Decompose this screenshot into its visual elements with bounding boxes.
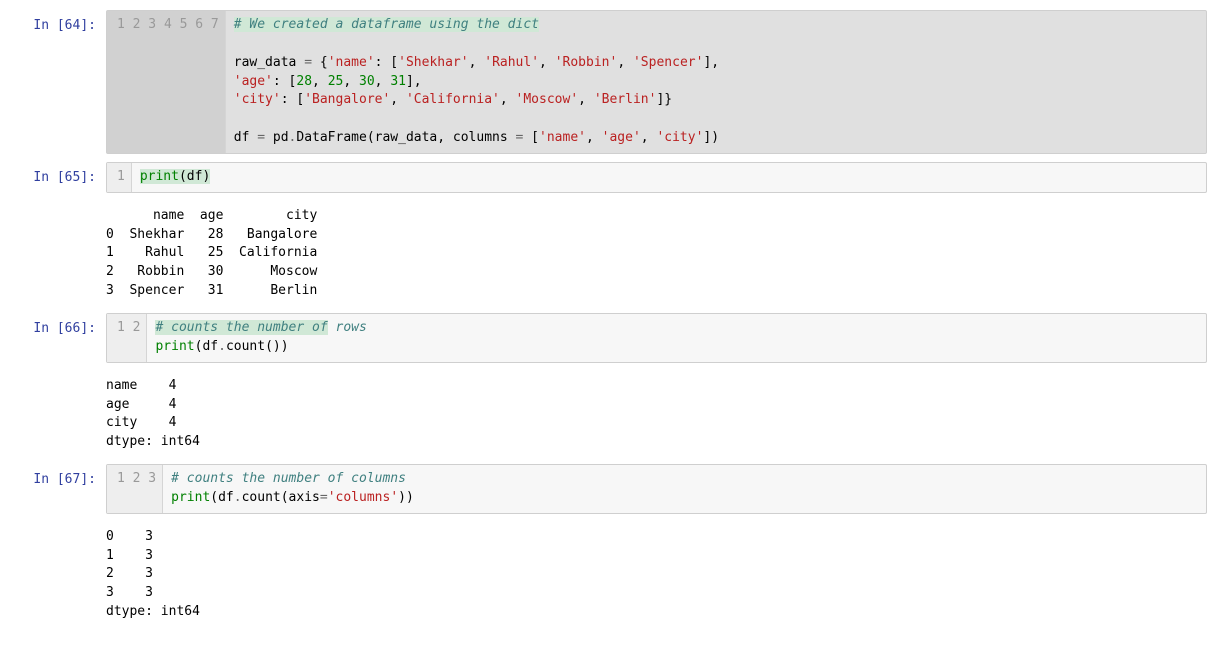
output-cell: name 4 age 4 city 4 dtype: int64 — [8, 371, 1207, 456]
prompt-container: In [64]: — [8, 10, 106, 154]
cell-content: name age city 0 Shekhar 28 Bangalore 1 R… — [106, 201, 1207, 305]
code-text[interactable]: print(df) — [132, 163, 1206, 192]
line-number-gutter: 1 2 — [107, 314, 147, 362]
output-cell: name age city 0 Shekhar 28 Bangalore 1 R… — [8, 201, 1207, 305]
output-cell: 0 3 1 3 2 3 3 3 dtype: int64 — [8, 522, 1207, 626]
line-number-gutter: 1 2 3 4 5 6 7 — [107, 11, 226, 153]
output-text: name age city 0 Shekhar 28 Bangalore 1 R… — [106, 201, 1207, 305]
prompt-container: In [67]: — [8, 464, 106, 514]
cell-content: name 4 age 4 city 4 dtype: int64 — [106, 371, 1207, 456]
output-text: 0 3 1 3 2 3 3 3 dtype: int64 — [106, 522, 1207, 626]
cell-content: 1print(df) — [106, 162, 1207, 193]
prompt-container — [8, 522, 106, 626]
code-text[interactable]: # counts the number of rows print(df.cou… — [147, 314, 1206, 362]
code-text[interactable]: # counts the number of columns print(df.… — [163, 465, 1206, 513]
prompt-container: In [66]: — [8, 313, 106, 363]
code-cell: In [67]: 1 2 3# counts the number of colu… — [8, 464, 1207, 514]
prompt-container — [8, 201, 106, 305]
code-editor[interactable]: 1 2 3 4 5 6 7# We created a dataframe us… — [106, 10, 1207, 154]
cell-content: 1 2# counts the number of rows print(df.… — [106, 313, 1207, 363]
input-prompt: In [65]: — [33, 170, 96, 185]
cell-content: 1 2 3 4 5 6 7# We created a dataframe us… — [106, 10, 1207, 154]
cell-content: 0 3 1 3 2 3 3 3 dtype: int64 — [106, 522, 1207, 626]
code-editor[interactable]: 1print(df) — [106, 162, 1207, 193]
notebook-container: In [64]: 1 2 3 4 5 6 7# We created a data… — [8, 10, 1207, 626]
input-prompt: In [64]: — [33, 18, 96, 33]
input-prompt: In [67]: — [33, 472, 96, 487]
line-number-gutter: 1 — [107, 163, 132, 192]
prompt-container — [8, 371, 106, 456]
code-text[interactable]: # We created a dataframe using the dict … — [226, 11, 1206, 153]
code-cell: In [66]: 1 2# counts the number of rows p… — [8, 313, 1207, 363]
code-cell: In [64]: 1 2 3 4 5 6 7# We created a data… — [8, 10, 1207, 154]
input-prompt: In [66]: — [33, 321, 96, 336]
code-cell: In [65]: 1print(df) — [8, 162, 1207, 193]
code-editor[interactable]: 1 2 3# counts the number of columns prin… — [106, 464, 1207, 514]
output-text: name 4 age 4 city 4 dtype: int64 — [106, 371, 1207, 456]
code-editor[interactable]: 1 2# counts the number of rows print(df.… — [106, 313, 1207, 363]
line-number-gutter: 1 2 3 — [107, 465, 163, 513]
cell-content: 1 2 3# counts the number of columns prin… — [106, 464, 1207, 514]
prompt-container: In [65]: — [8, 162, 106, 193]
